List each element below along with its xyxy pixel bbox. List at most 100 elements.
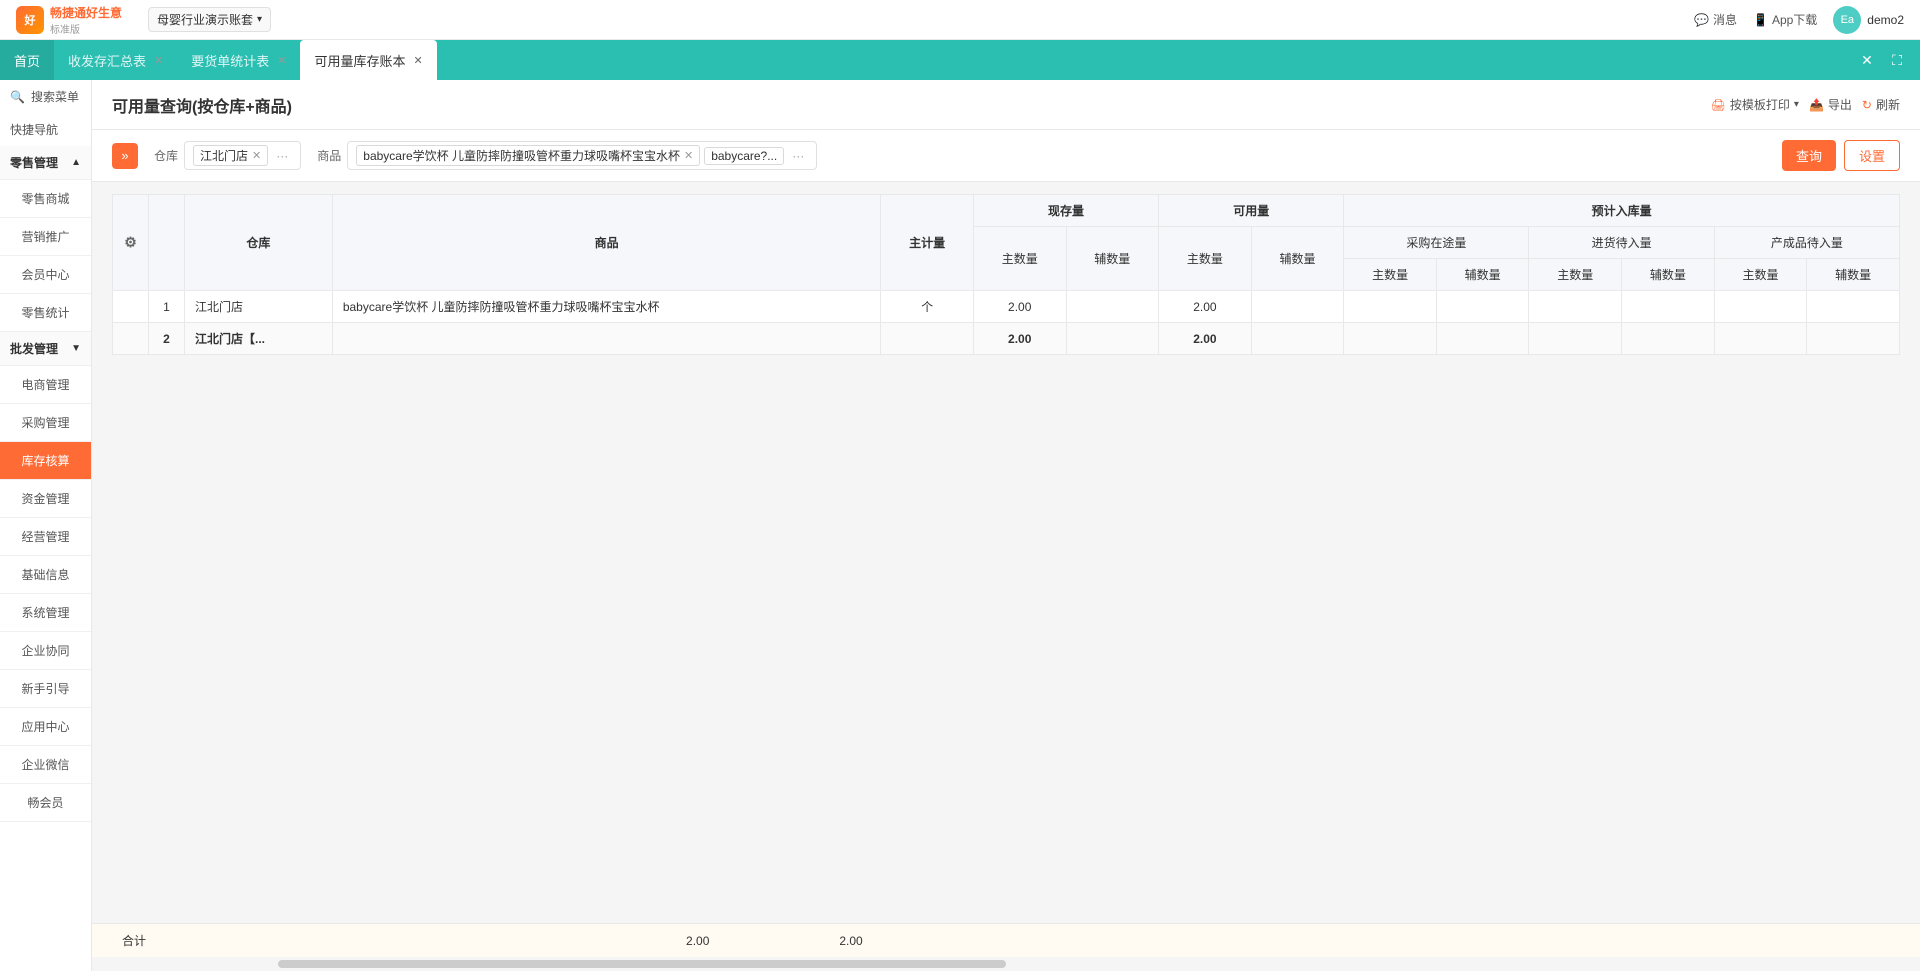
message-button[interactable]: 💬 消息: [1694, 11, 1737, 28]
warehouse-filter-tag: 江北门店 ✕: [193, 145, 268, 166]
sidebar-item-purchase-mgmt[interactable]: 采购管理: [0, 404, 91, 442]
settings-button[interactable]: 设置: [1844, 140, 1900, 171]
row2-stock-sub: [1066, 323, 1159, 355]
horizontal-scrollbar[interactable]: [92, 957, 1920, 971]
sidebar-item-wholesale-mgmt[interactable]: 批发管理 ▼: [0, 332, 91, 366]
tab-available-inventory[interactable]: 可用量库存账本 ✕: [300, 40, 436, 80]
chevron-down-icon: ▾: [257, 14, 262, 25]
sidebar-item-marketing[interactable]: 营销推广: [0, 218, 91, 256]
close-tab-requisition[interactable]: ✕: [277, 54, 286, 67]
th-purchase-sub: 辅数量: [1436, 259, 1529, 291]
logo: 好 畅捷通好生意 标准版: [16, 4, 122, 36]
sidebar-item-inventory-check[interactable]: 库存核算: [0, 442, 91, 480]
page-header: 可用量查询(按仓库+商品) 🖨 按模板打印 ▾ 📤 导出 ↻ 刷新: [92, 80, 1920, 130]
tab-home[interactable]: 首页: [0, 40, 54, 80]
th-incoming-pending: 进货待入量: [1529, 227, 1714, 259]
username: demo2: [1867, 13, 1904, 27]
sidebar-item-enterprise-wechat[interactable]: 企业微信: [0, 746, 91, 784]
expand-window-button[interactable]: ⛶: [1884, 47, 1910, 73]
th-seq: [149, 195, 185, 291]
warehouse-more-btn[interactable]: ···: [272, 149, 292, 163]
main-layout: 🔍 搜索菜单 快捷导航 零售管理 ▲ 零售商城 营销推广 会员中心 零售统计 批…: [0, 80, 1920, 971]
th-production-main: 主数量: [1714, 259, 1807, 291]
sidebar-item-basic-info[interactable]: 基础信息: [0, 556, 91, 594]
footer-avail-main: 2.00: [839, 934, 862, 948]
close-tab-receive[interactable]: ✕: [154, 54, 163, 67]
row2-incoming-main: [1529, 323, 1622, 355]
table-row: 1 江北门店 babycare学饮杯 儿童防摔防撞吸管杯重力球吸嘴杯宝宝水杯 个…: [113, 291, 1900, 323]
export-button[interactable]: 📤 导出: [1809, 96, 1852, 113]
tab-requisition-summary[interactable]: 要货单统计表 ✕: [177, 40, 300, 80]
chevron-up-icon: ▲: [71, 157, 81, 168]
print-icon: 🖨: [1711, 98, 1726, 112]
query-button[interactable]: 查询: [1782, 140, 1836, 171]
bottom-bar: 合计 2.00 2.00: [92, 923, 1920, 957]
logo-text: 畅捷通好生意 标准版: [50, 4, 122, 36]
row2-warehouse: 江北门店【...: [185, 323, 333, 355]
row1-incoming-sub: [1622, 291, 1715, 323]
chevron-down-icon: ▾: [1794, 99, 1799, 110]
sidebar-item-app-center[interactable]: 应用中心: [0, 708, 91, 746]
row2-stock-main: 2.00: [973, 323, 1066, 355]
sidebar-item-ecom-mgmt[interactable]: 电商管理: [0, 366, 91, 404]
filter-area: » 仓库 江北门店 ✕ ··· 商品 babycare学饮杯 儿童防摔防撞吸管杯…: [92, 130, 1920, 182]
sidebar-item-retail-mgmt[interactable]: 零售管理 ▲: [0, 146, 91, 180]
close-window-button[interactable]: ✕: [1854, 47, 1880, 73]
sidebar-item-finance-mgmt[interactable]: 资金管理: [0, 480, 91, 518]
sidebar-item-new-guide[interactable]: 新手引导: [0, 670, 91, 708]
sidebar-item-system-mgmt[interactable]: 系统管理: [0, 594, 91, 632]
row1-avail-main: 2.00: [1159, 291, 1252, 323]
gear-icon[interactable]: ⚙: [124, 234, 137, 250]
top-bar: 好 畅捷通好生意 标准版 母婴行业演示账套 ▾ 💬 消息 📱 App下载 Ea …: [0, 0, 1920, 40]
inventory-table: ⚙ 仓库 商品 主计量 现存量 可用量 预计入库量 主数量 辅数量 主数量: [112, 194, 1900, 355]
user-area[interactable]: Ea demo2: [1833, 6, 1904, 34]
warehouse-filter-input[interactable]: 江北门店 ✕ ···: [184, 141, 301, 170]
top-bar-left: 好 畅捷通好生意 标准版 母婴行业演示账套 ▾: [16, 4, 271, 36]
th-purchase-main: 主数量: [1344, 259, 1437, 291]
row2-avail-main: 2.00: [1159, 323, 1252, 355]
top-bar-right: 💬 消息 📱 App下载 Ea demo2: [1694, 6, 1904, 34]
th-incoming-main: 主数量: [1529, 259, 1622, 291]
sidebar-item-enterprise-collab[interactable]: 企业协同: [0, 632, 91, 670]
remove-product-tag1[interactable]: ✕: [684, 149, 693, 162]
product-filter-label: 商品: [317, 147, 341, 164]
sidebar-item-member-center[interactable]: 会员中心: [0, 256, 91, 294]
scroll-thumb[interactable]: [278, 960, 1006, 968]
row1-purchase-sub: [1436, 291, 1529, 323]
content-area: 可用量查询(按仓库+商品) 🖨 按模板打印 ▾ 📤 导出 ↻ 刷新 »: [92, 80, 1920, 971]
tab-receive-summary[interactable]: 收发存汇总表 ✕: [54, 40, 177, 80]
filter-toggle-button[interactable]: »: [112, 143, 138, 169]
row1-purchase-main: [1344, 291, 1437, 323]
product-more-btn[interactable]: ···: [788, 149, 808, 163]
th-warehouse: 仓库: [185, 195, 333, 291]
refresh-icon: ↻: [1862, 98, 1872, 112]
page-title: 可用量查询(按仓库+商品): [112, 93, 292, 117]
sidebar-quick-nav[interactable]: 快捷导航: [0, 113, 91, 146]
row1-production-sub: [1807, 291, 1900, 323]
remove-warehouse-tag[interactable]: ✕: [252, 149, 261, 162]
row2-unit: [881, 323, 974, 355]
sidebar-item-vip-member[interactable]: 畅会员: [0, 784, 91, 822]
th-avail-main: 主数量: [1159, 227, 1252, 291]
sidebar-item-retail-mall[interactable]: 零售商城: [0, 180, 91, 218]
sidebar: 🔍 搜索菜单 快捷导航 零售管理 ▲ 零售商城 营销推广 会员中心 零售统计 批…: [0, 80, 92, 971]
row2-product: [332, 323, 881, 355]
app-download-button[interactable]: 📱 App下载: [1753, 11, 1817, 28]
row2-settings: [113, 323, 149, 355]
print-button[interactable]: 🖨 按模板打印 ▾: [1711, 96, 1799, 113]
th-production-pending: 产成品待入量: [1714, 227, 1899, 259]
row1-stock-main: 2.00: [973, 291, 1066, 323]
row2-purchase-sub: [1436, 323, 1529, 355]
sidebar-item-ops-mgmt[interactable]: 经营管理: [0, 518, 91, 556]
product-filter-input[interactable]: babycare学饮杯 儿童防摔防撞吸管杯重力球吸嘴杯宝宝水杯 ✕ babyca…: [347, 141, 817, 170]
row1-avail-sub: [1251, 291, 1344, 323]
org-selector[interactable]: 母婴行业演示账套 ▾: [148, 7, 271, 32]
close-tab-available[interactable]: ✕: [414, 54, 423, 67]
row1-warehouse: 江北门店: [185, 291, 333, 323]
row2-incoming-sub: [1622, 323, 1715, 355]
sidebar-search-menu[interactable]: 🔍 搜索菜单: [0, 80, 91, 113]
sidebar-item-retail-stats[interactable]: 零售统计: [0, 294, 91, 332]
product-filter-group: 商品 babycare学饮杯 儿童防摔防撞吸管杯重力球吸嘴杯宝宝水杯 ✕ bab…: [317, 141, 817, 170]
refresh-button[interactable]: ↻ 刷新: [1862, 96, 1900, 113]
filter-action-buttons: 查询 设置: [1782, 140, 1900, 171]
